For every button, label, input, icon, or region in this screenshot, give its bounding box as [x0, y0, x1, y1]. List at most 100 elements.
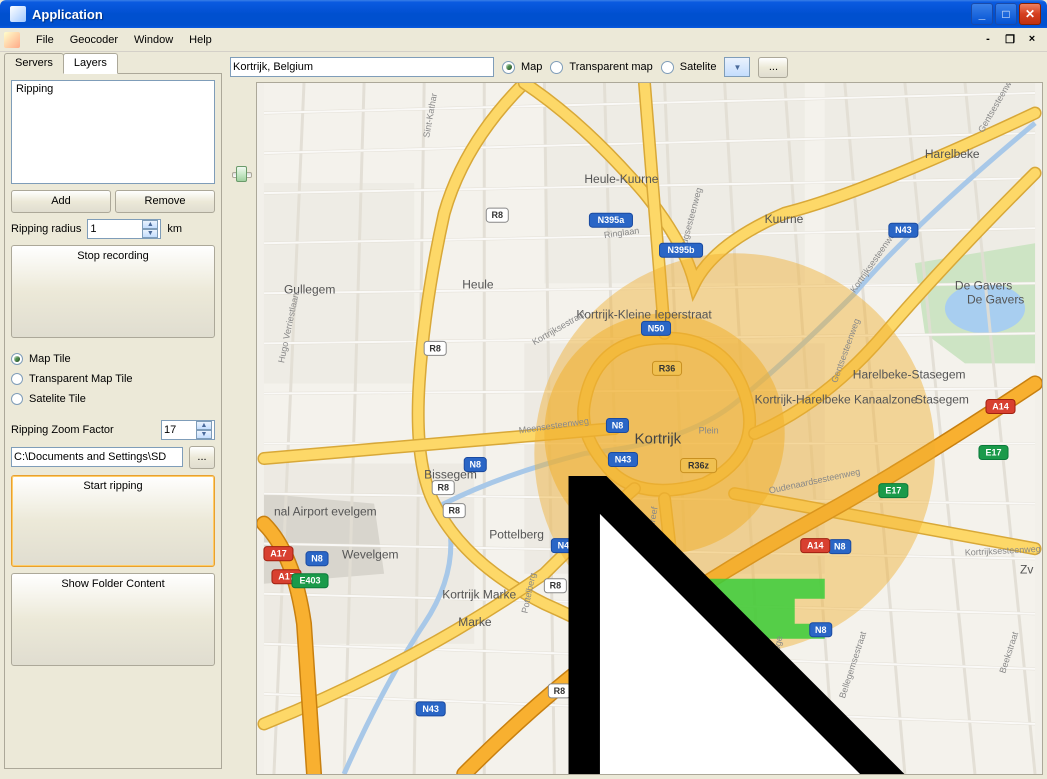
remove-button[interactable]: Remove	[115, 190, 215, 213]
svg-text:R8: R8	[437, 483, 449, 493]
radio-circle-icon	[11, 353, 23, 365]
svg-text:N395b: N395b	[668, 245, 696, 255]
search-input[interactable]: Kortrijk, Belgium	[230, 57, 494, 77]
svg-text:N43: N43	[895, 225, 912, 235]
place-label: Harelbeke	[925, 147, 980, 161]
zoom-factor-spinbox[interactable]: 17 ▲▼	[161, 420, 215, 440]
svg-text:N43: N43	[558, 541, 575, 551]
svg-text:N8: N8	[311, 554, 323, 564]
app-icon	[10, 6, 26, 22]
spin-up-icon[interactable]: ▲	[142, 220, 158, 229]
spin-down-icon[interactable]: ▼	[142, 229, 158, 238]
place-label: Marke	[458, 615, 492, 629]
tab-servers[interactable]: Servers	[4, 53, 64, 74]
radio-view-satelite[interactable]: Satelite	[661, 60, 717, 75]
zoom-factor-label: Ripping Zoom Factor	[11, 424, 155, 436]
route-shield: N43	[416, 702, 445, 716]
minimize-button[interactable]: _	[971, 3, 993, 25]
path-textbox[interactable]: C:\Documents and Settings\SD	[11, 447, 183, 467]
zoom-slider[interactable]	[232, 162, 252, 186]
maximize-button[interactable]: □	[995, 3, 1017, 25]
spin-down-icon[interactable]: ▼	[196, 430, 212, 439]
route-shield: R8	[614, 632, 636, 646]
route-shield: N8	[810, 623, 832, 637]
radio-transparent-map-tile[interactable]: Transparent Map Tile	[11, 372, 215, 386]
radius-unit: km	[167, 223, 182, 235]
close-button[interactable]: ✕	[1019, 3, 1041, 25]
stop-recording-button[interactable]: Stop recording	[11, 245, 215, 338]
radio-view-map[interactable]: Map	[502, 60, 542, 75]
menubar: File Geocoder Window Help - ❐ ×	[0, 28, 1047, 52]
svg-text:R8: R8	[550, 581, 562, 591]
list-item[interactable]: Ripping	[16, 83, 210, 95]
route-shield: A17	[264, 547, 293, 561]
mdi-restore[interactable]: ❐	[1001, 31, 1019, 47]
place-label: Heule	[462, 277, 494, 291]
radius-label: Ripping radius	[11, 223, 81, 235]
svg-text:E17: E17	[621, 676, 637, 686]
svg-text:Kortrijk: Kortrijk	[634, 431, 681, 448]
svg-text:N8: N8	[815, 625, 827, 635]
map-viewport[interactable]: Kortrijk HarelbekeKuurneHeule-KuurneGull…	[256, 82, 1043, 775]
place-label: Harelbeke-Stasegem	[853, 367, 966, 381]
view-dropdown[interactable]: ▼	[724, 57, 750, 77]
radio-circle-icon	[502, 61, 515, 74]
route-shield: N323	[655, 582, 691, 596]
route-shield: E17	[614, 674, 643, 688]
svg-text:N50: N50	[648, 323, 665, 333]
route-shield: N323a	[733, 669, 776, 683]
route-shield: N8	[829, 540, 851, 554]
place-label: Kortrijk Marke	[442, 588, 516, 602]
layers-listbox[interactable]: Ripping	[11, 80, 215, 184]
route-shield: R8	[443, 504, 465, 518]
place-label: Heule-Kuurne	[584, 172, 658, 186]
mdi-minimize[interactable]: -	[979, 31, 997, 47]
route-shield: E17	[979, 446, 1008, 460]
route-shield: A14	[801, 539, 830, 553]
tab-layers[interactable]: Layers	[63, 53, 118, 74]
radius-spinbox[interactable]: 1 ▲▼	[87, 219, 161, 239]
browse-button[interactable]: ...	[189, 446, 215, 469]
route-shield: R8	[432, 481, 454, 495]
menu-file[interactable]: File	[28, 32, 62, 48]
chevron-down-icon: ▼	[734, 63, 742, 72]
route-shield: N43	[608, 453, 637, 467]
menu-geocoder[interactable]: Geocoder	[62, 32, 126, 48]
route-shield: N395b	[660, 243, 703, 257]
route-shield: R8	[486, 208, 508, 222]
route-shield: N8	[464, 458, 486, 472]
svg-text:N8: N8	[469, 460, 481, 470]
svg-text:R8: R8	[554, 686, 566, 696]
menu-window[interactable]: Window	[126, 32, 181, 48]
radio-circle-icon	[11, 373, 23, 385]
tab-content-layers: Ripping Add Remove Ripping radius 1 ▲▼ k…	[4, 73, 222, 769]
route-shield: N43	[551, 539, 580, 553]
svg-text:E17: E17	[885, 486, 901, 496]
menu-help[interactable]: Help	[181, 32, 220, 48]
titlebar: Application _ □ ✕	[0, 0, 1047, 28]
svg-text:E17: E17	[985, 448, 1001, 458]
svg-text:N8: N8	[834, 542, 846, 552]
radio-satelite-tile[interactable]: Satelite Tile	[11, 392, 215, 406]
svg-text:N50: N50	[641, 645, 658, 655]
place-label: Stasegem	[915, 392, 969, 406]
svg-text:R8: R8	[448, 506, 460, 516]
start-ripping-button[interactable]: Start ripping	[11, 475, 215, 568]
show-folder-button[interactable]: Show Folder Content	[11, 573, 215, 666]
more-button[interactable]: ...	[758, 57, 788, 78]
route-shield: E403	[292, 574, 328, 588]
radio-circle-icon	[11, 393, 23, 405]
map-canvas: Kortrijk HarelbekeKuurneHeule-KuurneGull…	[257, 83, 1042, 774]
mdi-close[interactable]: ×	[1023, 31, 1041, 47]
radio-map-tile[interactable]: Map Tile	[11, 352, 215, 366]
route-shield: R8	[544, 579, 566, 593]
svg-text:N43: N43	[615, 455, 632, 465]
svg-text:N323a: N323a	[741, 671, 769, 681]
route-shield: N395a	[589, 213, 632, 227]
sidebar: Servers Layers Ripping Add Remove Rippin…	[4, 52, 228, 775]
add-button[interactable]: Add	[11, 190, 111, 213]
radio-view-transparent[interactable]: Transparent map	[550, 60, 652, 75]
slider-thumb-icon[interactable]	[236, 166, 247, 182]
spin-up-icon[interactable]: ▲	[196, 421, 212, 430]
route-shield: N50	[641, 321, 670, 335]
